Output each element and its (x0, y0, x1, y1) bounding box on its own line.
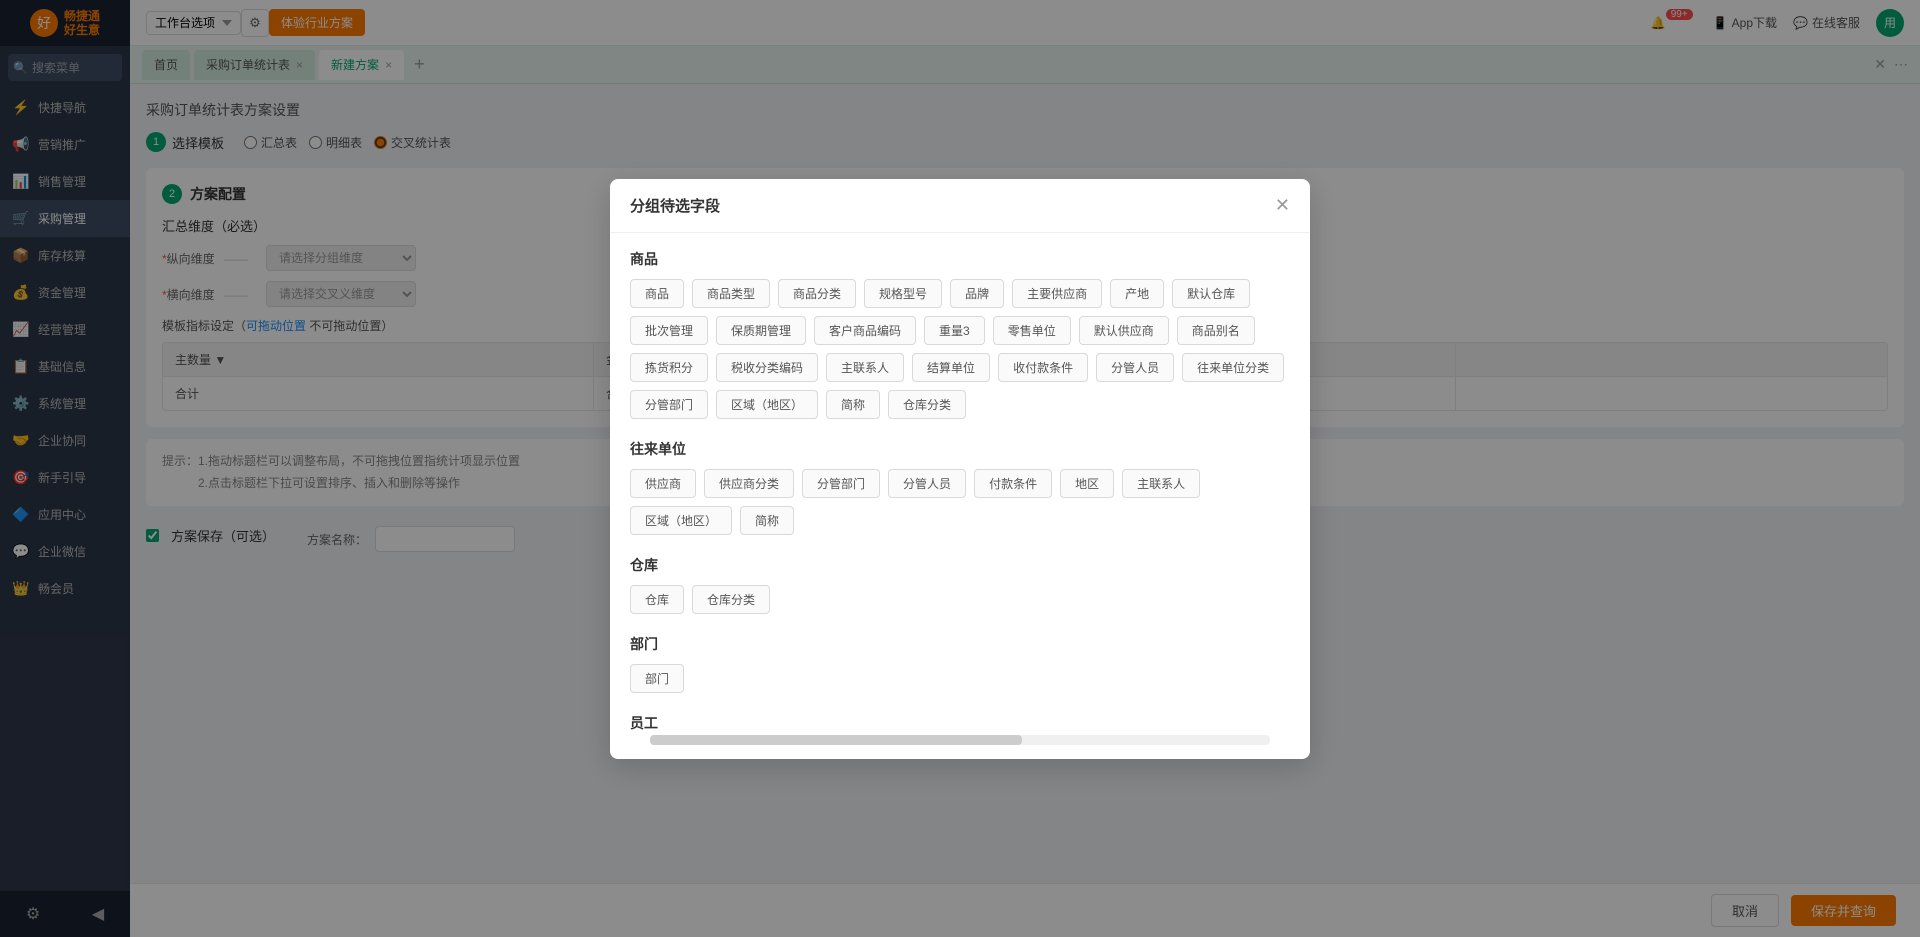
field-tag[interactable]: 税收分类编码 (716, 353, 818, 382)
field-tags-warehouse: 仓库 仓库分类 (630, 585, 1290, 614)
field-group-dept-title: 部门 (630, 634, 1290, 654)
field-tag[interactable]: 主要供应商 (1012, 279, 1102, 308)
modal-close-button[interactable]: ✕ (1275, 196, 1290, 214)
field-tag[interactable]: 付款条件 (974, 469, 1052, 498)
field-tag[interactable]: 部门 (630, 664, 684, 693)
field-tag[interactable]: 分管部门 (802, 469, 880, 498)
field-tag[interactable]: 分管部门 (630, 390, 708, 419)
field-tag[interactable]: 拣货积分 (630, 353, 708, 382)
field-tag[interactable]: 主联系人 (1122, 469, 1200, 498)
field-tag[interactable]: 分管人员 (1096, 353, 1174, 382)
field-tag[interactable]: 重量3 (924, 316, 985, 345)
modal-body[interactable]: 商品 商品 商品类型 商品分类 规格型号 品牌 主要供应商 产地 默认仓库 批次… (610, 233, 1310, 731)
field-tag[interactable]: 往来单位分类 (1182, 353, 1284, 382)
modal-title: 分组待选字段 (630, 195, 720, 216)
field-tag[interactable]: 简称 (826, 390, 880, 419)
field-group-product: 商品 商品 商品类型 商品分类 规格型号 品牌 主要供应商 产地 默认仓库 批次… (630, 249, 1290, 419)
field-tag[interactable]: 地区 (1060, 469, 1114, 498)
field-tags-partner: 供应商 供应商分类 分管部门 分管人员 付款条件 地区 主联系人 区域（地区） … (630, 469, 1290, 535)
field-group-warehouse: 仓库 仓库 仓库分类 (630, 555, 1290, 614)
field-tags-product: 商品 商品类型 商品分类 规格型号 品牌 主要供应商 产地 默认仓库 批次管理 … (630, 279, 1290, 419)
field-tag[interactable]: 区域（地区） (630, 506, 732, 535)
field-group-partner: 往来单位 供应商 供应商分类 分管部门 分管人员 付款条件 地区 主联系人 区域… (630, 439, 1290, 535)
field-group-warehouse-title: 仓库 (630, 555, 1290, 575)
field-tag[interactable]: 保质期管理 (716, 316, 806, 345)
field-tag[interactable]: 商品 (630, 279, 684, 308)
field-tags-dept: 部门 (630, 664, 1290, 693)
modal-header: 分组待选字段 ✕ (610, 179, 1310, 233)
field-tag[interactable]: 供应商分类 (704, 469, 794, 498)
field-tag[interactable]: 收付款条件 (998, 353, 1088, 382)
field-group-product-title: 商品 (630, 249, 1290, 269)
modal-footer (610, 731, 1310, 759)
field-tag[interactable]: 区域（地区） (716, 390, 818, 419)
field-group-partner-title: 往来单位 (630, 439, 1290, 459)
field-tag[interactable]: 分管人员 (888, 469, 966, 498)
field-tag[interactable]: 商品分类 (778, 279, 856, 308)
modal-horizontal-thumb[interactable] (650, 735, 1022, 745)
field-tag[interactable]: 仓库 (630, 585, 684, 614)
field-tag[interactable]: 仓库分类 (888, 390, 966, 419)
field-tag[interactable]: 主联系人 (826, 353, 904, 382)
field-tag[interactable]: 批次管理 (630, 316, 708, 345)
field-tag[interactable]: 默认供应商 (1079, 316, 1169, 345)
field-group-employee-title: 员工 (630, 713, 1290, 731)
field-tag[interactable]: 零售单位 (993, 316, 1071, 345)
field-group-dept: 部门 部门 (630, 634, 1290, 693)
field-tag[interactable]: 规格型号 (864, 279, 942, 308)
field-tag[interactable]: 结算单位 (912, 353, 990, 382)
modal-horizontal-scrollbar[interactable] (650, 735, 1270, 745)
field-tag[interactable]: 品牌 (950, 279, 1004, 308)
field-tag[interactable]: 默认仓库 (1172, 279, 1250, 308)
field-tag[interactable]: 仓库分类 (692, 585, 770, 614)
modal-dialog: 分组待选字段 ✕ 商品 商品 商品类型 商品分类 规格型号 品牌 主要供应商 产… (610, 179, 1310, 759)
field-tag[interactable]: 商品类型 (692, 279, 770, 308)
field-tag[interactable]: 商品别名 (1177, 316, 1255, 345)
modal-overlay[interactable]: 分组待选字段 ✕ 商品 商品 商品类型 商品分类 规格型号 品牌 主要供应商 产… (0, 0, 1920, 937)
field-tag[interactable]: 供应商 (630, 469, 696, 498)
field-tag[interactable]: 简称 (740, 506, 794, 535)
field-tag[interactable]: 客户商品编码 (814, 316, 916, 345)
field-group-employee: 员工 业务员 (630, 713, 1290, 731)
field-tag[interactable]: 产地 (1110, 279, 1164, 308)
